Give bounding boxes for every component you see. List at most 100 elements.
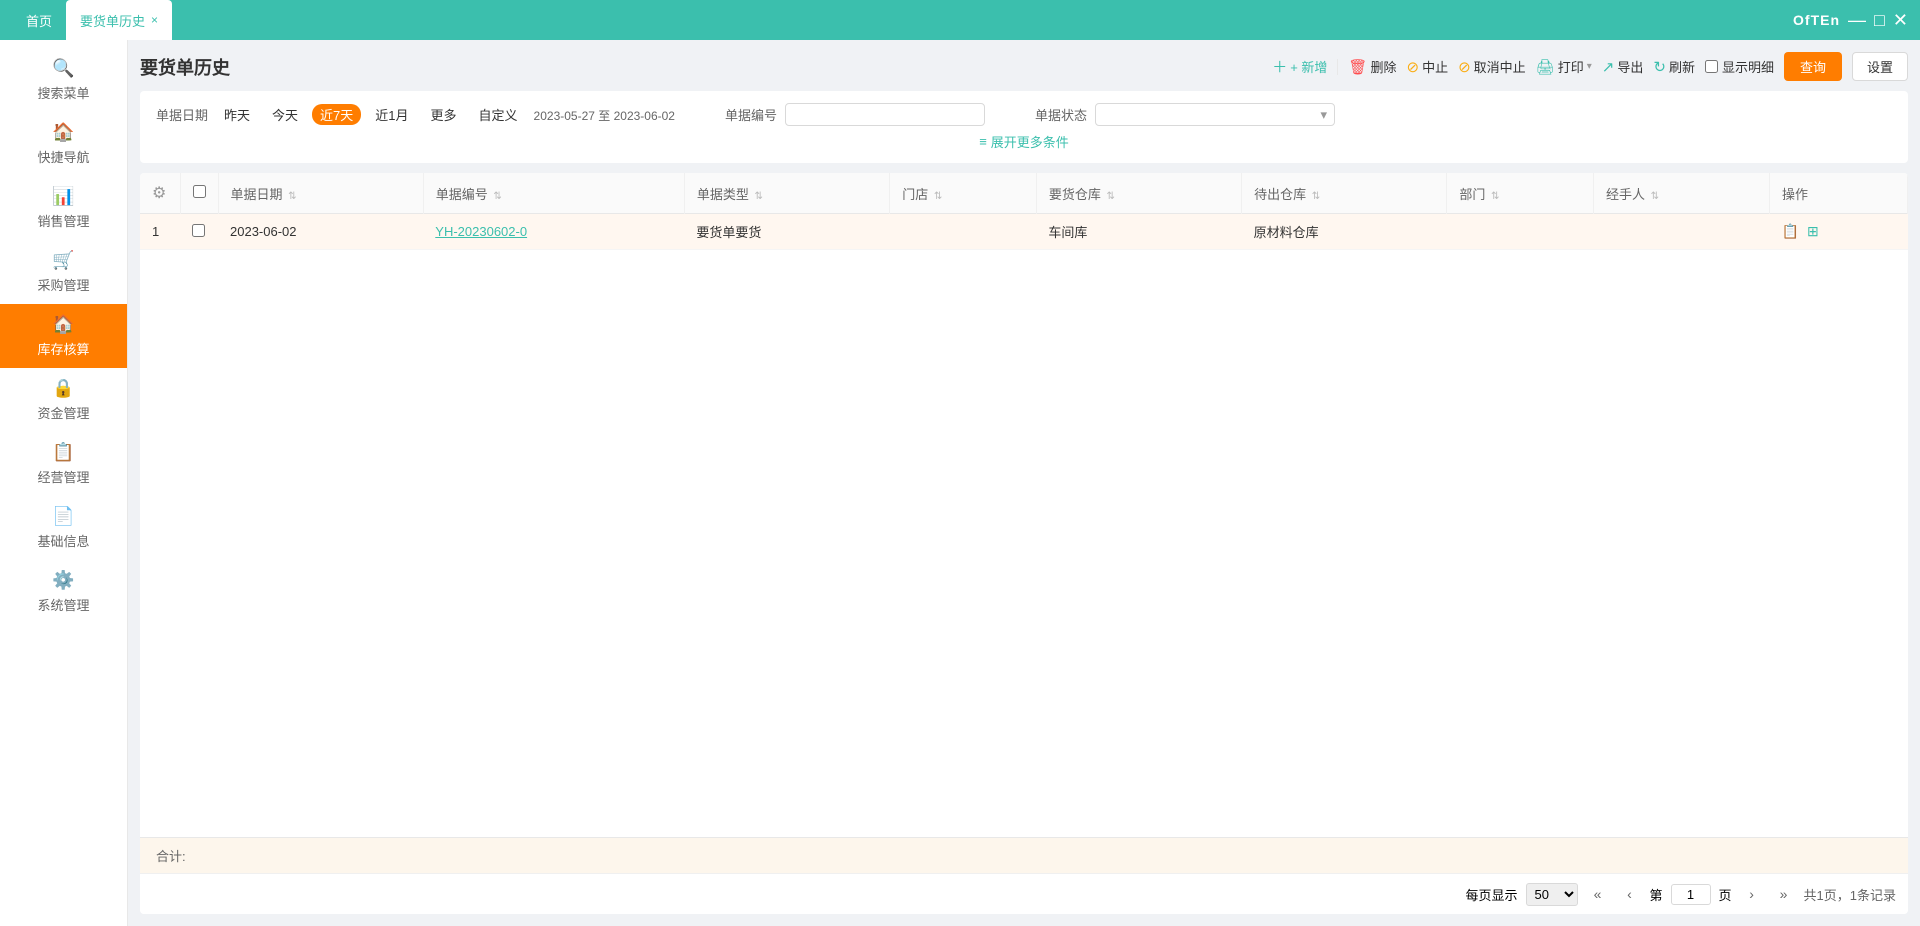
sidebar-item-inventory[interactable]: 🏠 库存核算: [0, 304, 127, 368]
operation-icon: 📋: [52, 442, 74, 463]
show-detail-checkbox[interactable]: 显示明细: [1705, 57, 1774, 76]
handler-col-header: 经手人 ⇅: [1594, 173, 1770, 214]
sidebar-item-basic-info[interactable]: 📄 基础信息: [0, 496, 127, 560]
table-footer: 合计:: [140, 837, 1908, 873]
cancel-stop-icon: ⊘: [1458, 58, 1471, 76]
status-label: 单据状态: [1035, 105, 1087, 124]
store-sort-icon[interactable]: ⇅: [934, 191, 942, 202]
dept-col-header: 部门 ⇅: [1447, 173, 1594, 214]
sidebar-item-purchase[interactable]: 🛒 采购管理: [0, 240, 127, 304]
minimize-btn[interactable]: —: [1848, 10, 1866, 31]
divider: [1337, 59, 1338, 75]
print-button[interactable]: 🖨 打印 ▾: [1536, 57, 1592, 76]
date-option-7days[interactable]: 近7天: [312, 104, 361, 125]
date-option-custom[interactable]: 自定义: [471, 104, 526, 125]
settings-col-header: ⚙: [140, 173, 180, 214]
basic-info-icon: 📄: [52, 506, 74, 527]
order-no-link[interactable]: YH-20230602-0: [435, 224, 527, 239]
sidebar-item-system[interactable]: ⚙️ 系统管理: [0, 560, 127, 624]
delete-button[interactable]: 🗑 删除: [1348, 57, 1396, 76]
sidebar-item-operation[interactable]: 📋 经营管理: [0, 432, 127, 496]
sidebar-item-label: 经营管理: [37, 467, 89, 486]
page-input[interactable]: [1671, 884, 1711, 905]
maximize-btn[interactable]: □: [1874, 10, 1885, 31]
order-no-filter: 单据编号: [725, 103, 985, 126]
row-pending-warehouse: 原材料仓库: [1242, 214, 1447, 250]
cancel-stop-button[interactable]: ⊘ 取消中止: [1458, 57, 1526, 76]
date-sort-icon[interactable]: ⇅: [288, 191, 296, 202]
prev-page-btn[interactable]: ‹: [1618, 882, 1642, 906]
tab-home[interactable]: 首页: [12, 0, 66, 40]
page-label-pre: 第: [1650, 885, 1663, 904]
action-col-header: 操作: [1770, 173, 1908, 214]
expand-icon: ≡: [979, 134, 987, 149]
close-btn[interactable]: ✕: [1893, 10, 1908, 31]
dept-sort-icon[interactable]: ⇅: [1491, 191, 1499, 202]
row-handler: [1594, 214, 1770, 250]
expand-more-row: ≡ 展开更多条件: [156, 132, 1892, 151]
stop-icon: ⊘: [1406, 58, 1419, 76]
sidebar-item-label: 基础信息: [37, 531, 89, 550]
new-button[interactable]: ＋ + 新增: [1272, 56, 1327, 77]
date-option-today[interactable]: 今天: [264, 104, 306, 125]
table-row: 1 2023-06-02 YH-20230602-0 要货单要货 车间库: [140, 214, 1908, 250]
system-icon: ⚙️: [52, 570, 74, 591]
order-no-col-header: 单据编号 ⇅: [423, 173, 684, 214]
status-select[interactable]: [1095, 103, 1335, 126]
sidebar-item-sales[interactable]: 📊 销售管理: [0, 176, 127, 240]
tab-list: 首页 要货单历史 ×: [12, 0, 1793, 40]
order-no-input[interactable]: [785, 103, 985, 126]
sidebar-item-label: 资金管理: [37, 403, 89, 422]
order-no-sort-icon[interactable]: ⇅: [493, 191, 501, 202]
export-button[interactable]: ↗ 导出: [1602, 57, 1644, 76]
per-page-select[interactable]: 50 20 100: [1526, 883, 1578, 906]
main-layout: 🔍 搜索菜单 🏠 快捷导航 📊 销售管理 🛒 采购管理 🏠 库存核算 🔒 资金管…: [0, 40, 1920, 926]
sidebar-item-label: 快捷导航: [37, 147, 89, 166]
next-page-btn[interactable]: ›: [1740, 882, 1764, 906]
purchase-icon: 🛒: [52, 250, 74, 271]
row-select-checkbox[interactable]: [192, 224, 205, 237]
refresh-icon: ↻: [1653, 58, 1666, 76]
table-header: ⚙ 单据日期 ⇅ 单据编号 ⇅: [140, 173, 1908, 214]
show-detail-input[interactable]: [1705, 60, 1718, 73]
sidebar-item-label: 销售管理: [37, 211, 89, 230]
last-page-btn[interactable]: »: [1772, 882, 1796, 906]
column-settings-icon[interactable]: ⚙: [152, 185, 166, 202]
row-checkbox: [180, 214, 218, 250]
tab-requisition-history[interactable]: 要货单历史 ×: [66, 0, 172, 40]
pending-warehouse-sort-icon[interactable]: ⇅: [1312, 191, 1320, 202]
delete-action-icon[interactable]: ⊞: [1807, 223, 1819, 240]
date-option-yesterday[interactable]: 昨天: [216, 104, 258, 125]
select-all-checkbox[interactable]: [193, 185, 206, 198]
data-table: ⚙ 单据日期 ⇅ 单据编号 ⇅: [140, 173, 1908, 250]
toolbar: ＋ + 新增 🗑 删除 ⊘ 中止 ⊘ 取消中止 🖨: [1272, 52, 1908, 81]
req-warehouse-sort-icon[interactable]: ⇅: [1106, 191, 1114, 202]
sidebar-item-label: 系统管理: [37, 595, 89, 614]
date-option-1month[interactable]: 近1月: [367, 104, 416, 125]
handler-sort-icon[interactable]: ⇅: [1651, 191, 1659, 202]
content-area: 要货单历史 ＋ + 新增 🗑 删除 ⊘ 中止 ⊘ 取消中止: [128, 40, 1920, 926]
table-container: ⚙ 单据日期 ⇅ 单据编号 ⇅: [140, 173, 1908, 837]
sidebar-item-finance[interactable]: 🔒 资金管理: [0, 368, 127, 432]
date-range-text: 2023-05-27 至 2023-06-02: [534, 107, 675, 124]
sidebar-item-search-menu[interactable]: 🔍 搜索菜单: [0, 48, 127, 112]
status-select-wrapper: [1095, 103, 1335, 126]
refresh-button[interactable]: ↻ 刷新: [1653, 57, 1695, 76]
date-option-more[interactable]: 更多: [423, 104, 465, 125]
page-title: 要货单历史: [140, 54, 230, 80]
expand-btn[interactable]: ≡ 展开更多条件: [979, 132, 1069, 151]
sidebar-item-label: 采购管理: [37, 275, 89, 294]
sidebar-item-quick-nav[interactable]: 🏠 快捷导航: [0, 112, 127, 176]
tab-close-icon[interactable]: ×: [151, 13, 158, 27]
req-warehouse-col-header: 要货仓库 ⇅: [1036, 173, 1241, 214]
first-page-btn[interactable]: «: [1586, 882, 1610, 906]
order-no-label: 单据编号: [725, 105, 777, 124]
page-suffix: 页: [1719, 885, 1732, 904]
date-col-header: 单据日期 ⇅: [218, 173, 423, 214]
stop-button[interactable]: ⊘ 中止: [1406, 57, 1448, 76]
store-col-header: 门店 ⇅: [890, 173, 1037, 214]
query-button[interactable]: 查询: [1784, 52, 1842, 81]
settings-button[interactable]: 设置: [1852, 52, 1908, 81]
order-type-sort-icon[interactable]: ⇅: [755, 191, 763, 202]
edit-action-icon[interactable]: 📋: [1782, 223, 1799, 240]
